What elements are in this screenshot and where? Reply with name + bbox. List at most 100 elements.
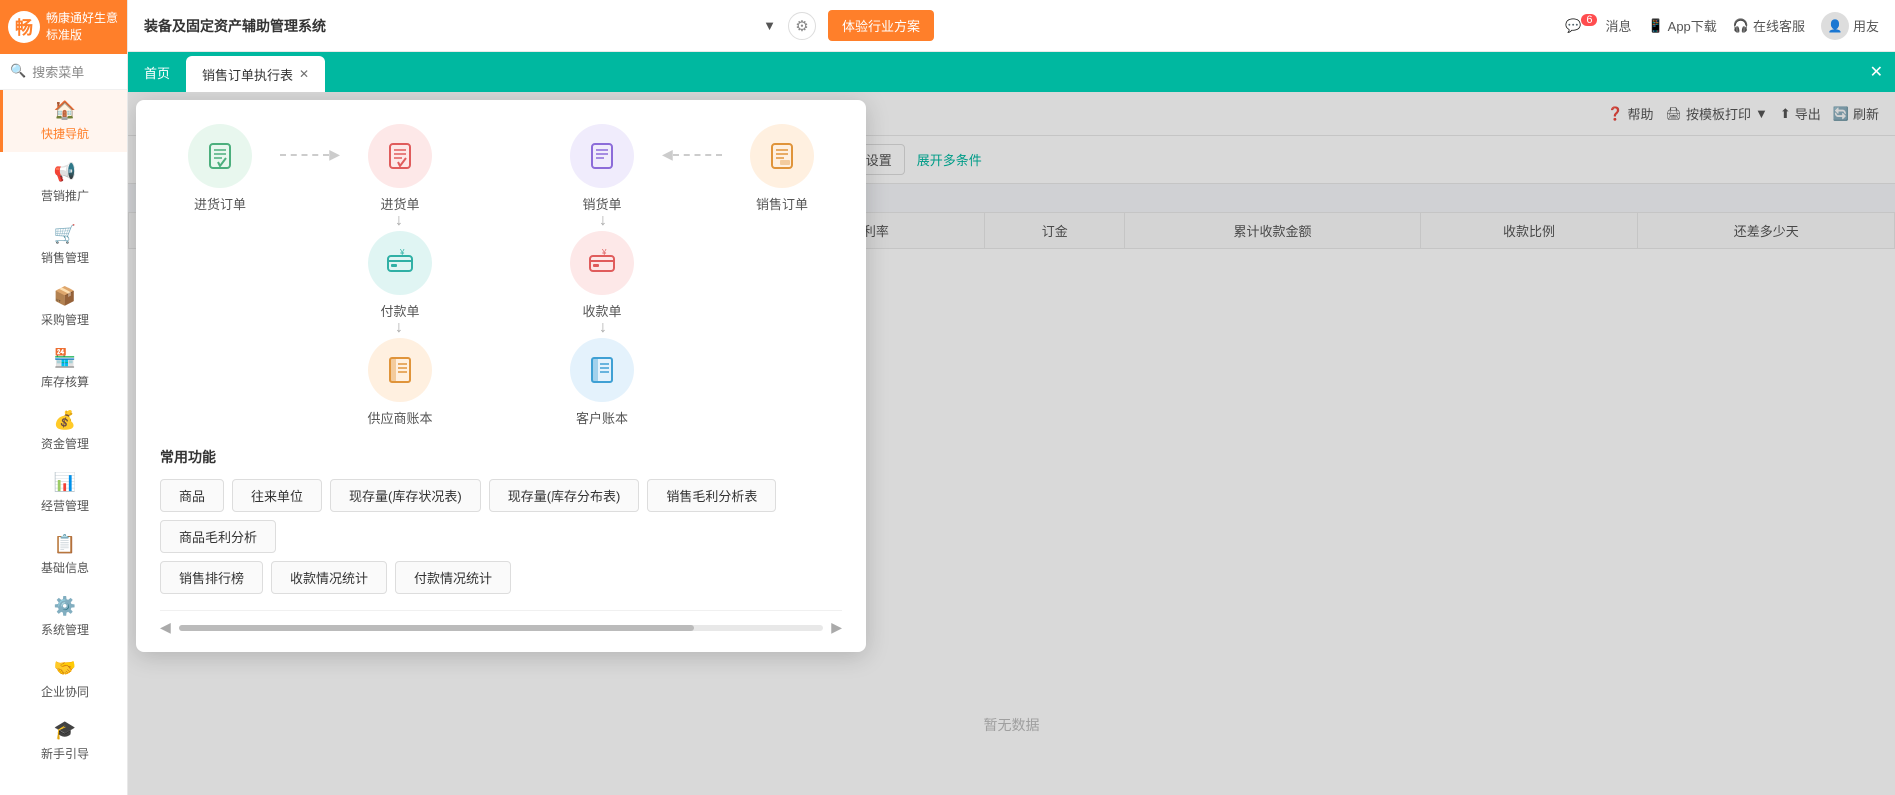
search-menu-label: 搜索菜单 [32, 62, 84, 81]
user-action[interactable]: 👤 用友 [1821, 12, 1879, 40]
search-icon: 🔍 [10, 63, 26, 79]
operations-icon: 📊 [54, 472, 76, 493]
sidebar-item-label: 销售管理 [41, 249, 89, 266]
experience-btn[interactable]: 体验行业方案 [828, 10, 934, 41]
sidebar-item-label: 基础信息 [41, 559, 89, 576]
scroll-left-btn[interactable]: ◀ [160, 619, 171, 636]
scroll-thumb [179, 625, 695, 631]
quick-nav-icon: 🏠 [54, 100, 76, 121]
sales-order-icon [750, 124, 814, 188]
sidebar-item-label: 企业协同 [41, 683, 89, 700]
header: 装备及固定资产辅助管理系统 ▼ ⚙ 体验行业方案 💬 6 消息 📱 App下载 … [128, 0, 1895, 52]
cooperation-icon: 🤝 [54, 658, 76, 679]
svg-text:¥: ¥ [601, 248, 607, 257]
finance-icon: 💰 [54, 410, 76, 431]
common-btn-product-profit[interactable]: 商品毛利分析 [160, 520, 276, 553]
arrow-bill-to-payment: ↓ [395, 213, 403, 231]
online-service-action[interactable]: 🎧 在线客服 [1733, 16, 1805, 35]
sales-bill-icon [570, 124, 634, 188]
avatar: 👤 [1821, 12, 1849, 40]
scroll-area: ◀ ▶ [160, 610, 842, 636]
modal-overlay[interactable]: 进货订单 ▶ 进货单 [128, 92, 1895, 795]
flow-node-customer-ledger[interactable]: 客户账本 [542, 338, 662, 427]
basic-info-icon: 📋 [54, 534, 76, 555]
common-btn-product[interactable]: 商品 [160, 479, 224, 512]
purchase-order-icon [188, 124, 252, 188]
marketing-icon: 📢 [54, 162, 76, 183]
sidebar: 畅 畅康通好生意 标准版 🔍 搜索菜单 🏠 快捷导航 📢 营销推广 🛒 销售管理… [0, 0, 128, 795]
tab-close-icon[interactable]: ✕ [299, 67, 309, 81]
sidebar-item-cooperation[interactable]: 🤝 企业协同 [0, 648, 127, 710]
sidebar-item-sales[interactable]: 🛒 销售管理 [0, 214, 127, 276]
sidebar-item-label: 系统管理 [41, 621, 89, 638]
message-action[interactable]: 💬 6 消息 [1565, 16, 1631, 35]
main-content: ❓ 帮助 🖨 按模板打印 ▼ ⬆ 导出 🔄 刷新 📅 ~ 📅 单据状态 [128, 92, 1895, 795]
sidebar-item-finance[interactable]: 💰 资金管理 [0, 400, 127, 462]
customer-ledger-label: 客户账本 [576, 408, 628, 427]
sidebar-item-purchase[interactable]: 📦 采购管理 [0, 276, 127, 338]
sidebar-item-label: 采购管理 [41, 311, 89, 328]
sidebar-item-system[interactable]: ⚙️ 系统管理 [0, 586, 127, 648]
sales-icon: 🛒 [54, 224, 76, 245]
payment-label: 付款单 [380, 301, 419, 320]
flow-node-sales-bill[interactable]: 销货单 [542, 124, 662, 213]
common-btn-inventory-status[interactable]: 现存量(库存状况表) [330, 479, 481, 512]
scroll-right-btn[interactable]: ▶ [831, 619, 842, 636]
app-download-action[interactable]: 📱 App下载 [1647, 16, 1716, 35]
system-title-dropdown[interactable]: ▼ [763, 18, 776, 33]
flow-node-sales-order[interactable]: 销售订单 [722, 124, 842, 213]
flow-node-purchase-order[interactable]: 进货订单 [160, 124, 280, 213]
chevron-down-icon: ▼ [763, 18, 776, 33]
sidebar-item-inventory[interactable]: 🏪 库存核算 [0, 338, 127, 400]
system-icon: ⚙️ [54, 596, 76, 617]
supplier-ledger-label: 供应商账本 [367, 408, 432, 427]
payment-icon: ¥ [368, 231, 432, 295]
sidebar-item-label: 新手引导 [41, 745, 89, 762]
sidebar-logo: 畅 畅康通好生意 标准版 [0, 0, 127, 54]
message-badge: 6 [1581, 14, 1597, 26]
sidebar-nav: 🏠 快捷导航 📢 营销推广 🛒 销售管理 📦 采购管理 🏪 库存核算 💰 资金管… [0, 90, 127, 795]
flow-node-receipt[interactable]: ¥ 收款单 [542, 231, 662, 320]
system-title: 装备及固定资产辅助管理系统 [144, 16, 751, 36]
sidebar-item-quick-nav[interactable]: 🏠 快捷导航 [0, 90, 127, 152]
sidebar-item-newbie[interactable]: 🎓 新手引导 [0, 710, 127, 772]
purchase-bill-label: 进货单 [380, 194, 419, 213]
flow-node-supplier-ledger[interactable]: 供应商账本 [340, 338, 460, 427]
modal-box: 进货订单 ▶ 进货单 [136, 100, 866, 652]
tab-sales-order[interactable]: 销售订单执行表 ✕ [186, 56, 325, 92]
tab-home[interactable]: 首页 [128, 52, 186, 92]
customer-ledger-icon [570, 338, 634, 402]
arrow-purchase-to-bill: ▶ [280, 146, 340, 163]
common-btn-sales-profit[interactable]: 销售毛利分析表 [647, 479, 776, 512]
sidebar-item-label: 营销推广 [41, 187, 89, 204]
scroll-track[interactable] [179, 625, 823, 631]
flow-node-purchase-bill[interactable]: 进货单 [340, 124, 460, 213]
common-btn-inventory-dist[interactable]: 现存量(库存分布表) [489, 479, 640, 512]
common-buttons-group: 商品 往来单位 现存量(库存状况表) 现存量(库存分布表) 销售毛利分析表 商品… [160, 479, 842, 553]
flow-node-payment[interactable]: ¥ 付款单 [340, 231, 460, 320]
logo-text: 畅康通好生意 标准版 [46, 10, 118, 44]
svg-text:¥: ¥ [399, 248, 405, 257]
sidebar-item-label: 资金管理 [41, 435, 89, 452]
supplier-ledger-icon [368, 338, 432, 402]
tab-close-all-btn[interactable]: ✕ [1858, 52, 1895, 92]
sales-order-tab-label: 销售订单执行表 [202, 65, 293, 84]
app-download-label: App下载 [1668, 16, 1717, 35]
sidebar-item-operations[interactable]: 📊 经营管理 [0, 462, 127, 524]
settings-button[interactable]: ⚙ [788, 12, 816, 40]
purchase-icon: 📦 [54, 286, 76, 307]
common-btn-receipt-stats[interactable]: 收款情况统计 [271, 561, 387, 594]
service-icon: 🎧 [1733, 18, 1749, 34]
sales-bill-label: 销货单 [582, 194, 621, 213]
search-menu[interactable]: 🔍 搜索菜单 [0, 54, 127, 90]
sidebar-item-basic-info[interactable]: 📋 基础信息 [0, 524, 127, 586]
logo-icon: 畅 [8, 11, 40, 43]
purchase-order-label: 进货订单 [194, 194, 246, 213]
common-btn-counterparty[interactable]: 往来单位 [232, 479, 322, 512]
sidebar-item-marketing[interactable]: 📢 营销推广 [0, 152, 127, 214]
common-buttons-group-2: 销售排行榜 收款情况统计 付款情况统计 [160, 561, 842, 594]
message-label: 消息 [1605, 16, 1631, 35]
message-icon: 💬 [1565, 18, 1581, 34]
common-btn-sales-rank[interactable]: 销售排行榜 [160, 561, 263, 594]
common-btn-payment-stats[interactable]: 付款情况统计 [395, 561, 511, 594]
